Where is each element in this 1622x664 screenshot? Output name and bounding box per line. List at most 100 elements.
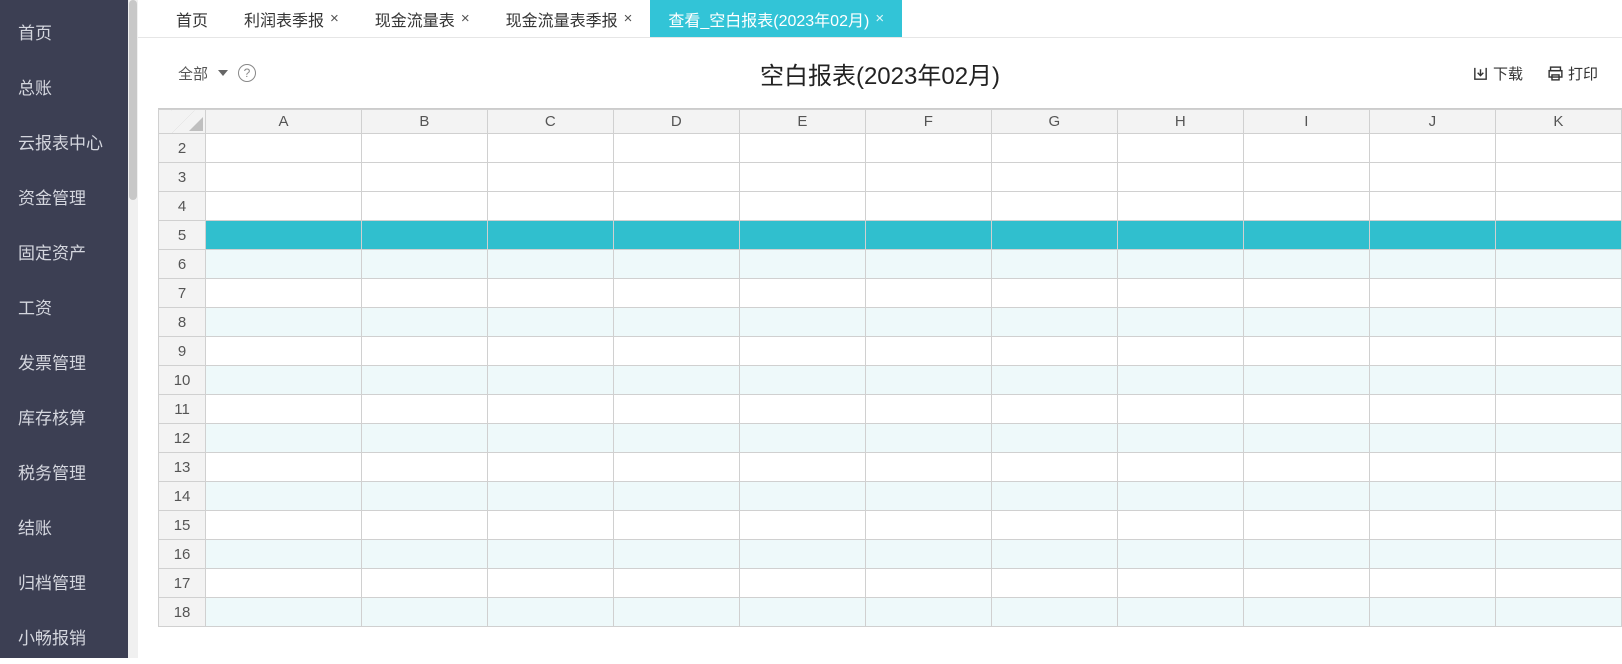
cell-I4[interactable] [1243,192,1369,221]
cell-F18[interactable] [865,598,991,627]
row-header-18[interactable]: 18 [159,598,206,627]
select-all-corner[interactable] [159,110,206,134]
cell-E18[interactable] [739,598,865,627]
cell-G9[interactable] [991,337,1117,366]
cell-C16[interactable] [487,540,613,569]
cell-F2[interactable] [865,134,991,163]
cell-E7[interactable] [739,279,865,308]
cell-K3[interactable] [1495,163,1621,192]
cell-F13[interactable] [865,453,991,482]
cell-B16[interactable] [361,540,487,569]
cell-C11[interactable] [487,395,613,424]
cell-A2[interactable] [206,134,362,163]
cell-E9[interactable] [739,337,865,366]
cell-G3[interactable] [991,163,1117,192]
cell-B17[interactable] [361,569,487,598]
row-header-4[interactable]: 4 [159,192,206,221]
cell-K8[interactable] [1495,308,1621,337]
column-header-J[interactable]: J [1369,110,1495,134]
cell-H16[interactable] [1117,540,1243,569]
cell-D10[interactable] [613,366,739,395]
cell-I7[interactable] [1243,279,1369,308]
cell-A18[interactable] [206,598,362,627]
cell-H5[interactable] [1117,221,1243,250]
column-header-I[interactable]: I [1243,110,1369,134]
cell-E6[interactable] [739,250,865,279]
close-icon[interactable]: × [461,10,470,27]
cell-J16[interactable] [1369,540,1495,569]
close-icon[interactable]: × [875,10,884,27]
sidebar-item-3[interactable]: 资金管理 [0,169,128,224]
cell-G10[interactable] [991,366,1117,395]
cell-J15[interactable] [1369,511,1495,540]
cell-F9[interactable] [865,337,991,366]
cell-I10[interactable] [1243,366,1369,395]
cell-C17[interactable] [487,569,613,598]
cell-C12[interactable] [487,424,613,453]
cell-D3[interactable] [613,163,739,192]
cell-B18[interactable] [361,598,487,627]
sidebar-item-4[interactable]: 固定资产 [0,224,128,279]
cell-H17[interactable] [1117,569,1243,598]
cell-B7[interactable] [361,279,487,308]
cell-K17[interactable] [1495,569,1621,598]
cell-E5[interactable] [739,221,865,250]
cell-J2[interactable] [1369,134,1495,163]
cell-A6[interactable] [206,250,362,279]
cell-I15[interactable] [1243,511,1369,540]
cell-H15[interactable] [1117,511,1243,540]
column-header-C[interactable]: C [487,110,613,134]
download-button[interactable]: 下载 [1472,63,1523,84]
cell-J17[interactable] [1369,569,1495,598]
cell-I8[interactable] [1243,308,1369,337]
cell-J11[interactable] [1369,395,1495,424]
column-header-F[interactable]: F [865,110,991,134]
cell-K7[interactable] [1495,279,1621,308]
cell-B10[interactable] [361,366,487,395]
cell-J7[interactable] [1369,279,1495,308]
cell-F3[interactable] [865,163,991,192]
cell-B5[interactable] [361,221,487,250]
sidebar-item-11[interactable]: 小畅报销 [0,609,128,664]
cell-H18[interactable] [1117,598,1243,627]
cell-K14[interactable] [1495,482,1621,511]
column-header-G[interactable]: G [991,110,1117,134]
cell-D18[interactable] [613,598,739,627]
row-header-11[interactable]: 11 [159,395,206,424]
column-header-K[interactable]: K [1495,110,1621,134]
cell-E14[interactable] [739,482,865,511]
row-header-8[interactable]: 8 [159,308,206,337]
row-header-16[interactable]: 16 [159,540,206,569]
cell-K2[interactable] [1495,134,1621,163]
row-header-14[interactable]: 14 [159,482,206,511]
cell-I18[interactable] [1243,598,1369,627]
cell-A8[interactable] [206,308,362,337]
filter-dropdown[interactable]: 全部 ? [178,63,256,84]
cell-H9[interactable] [1117,337,1243,366]
cell-B13[interactable] [361,453,487,482]
cell-E11[interactable] [739,395,865,424]
cell-G2[interactable] [991,134,1117,163]
cell-K13[interactable] [1495,453,1621,482]
cell-G7[interactable] [991,279,1117,308]
cell-J18[interactable] [1369,598,1495,627]
cell-B9[interactable] [361,337,487,366]
cell-J5[interactable] [1369,221,1495,250]
cell-G6[interactable] [991,250,1117,279]
cell-C15[interactable] [487,511,613,540]
cell-A14[interactable] [206,482,362,511]
cell-K9[interactable] [1495,337,1621,366]
cell-D7[interactable] [613,279,739,308]
cell-I16[interactable] [1243,540,1369,569]
cell-F5[interactable] [865,221,991,250]
cell-H13[interactable] [1117,453,1243,482]
cell-C6[interactable] [487,250,613,279]
cell-D4[interactable] [613,192,739,221]
cell-C18[interactable] [487,598,613,627]
cell-I17[interactable] [1243,569,1369,598]
cell-C9[interactable] [487,337,613,366]
cell-K5[interactable] [1495,221,1621,250]
cell-F7[interactable] [865,279,991,308]
cell-E16[interactable] [739,540,865,569]
cell-D9[interactable] [613,337,739,366]
